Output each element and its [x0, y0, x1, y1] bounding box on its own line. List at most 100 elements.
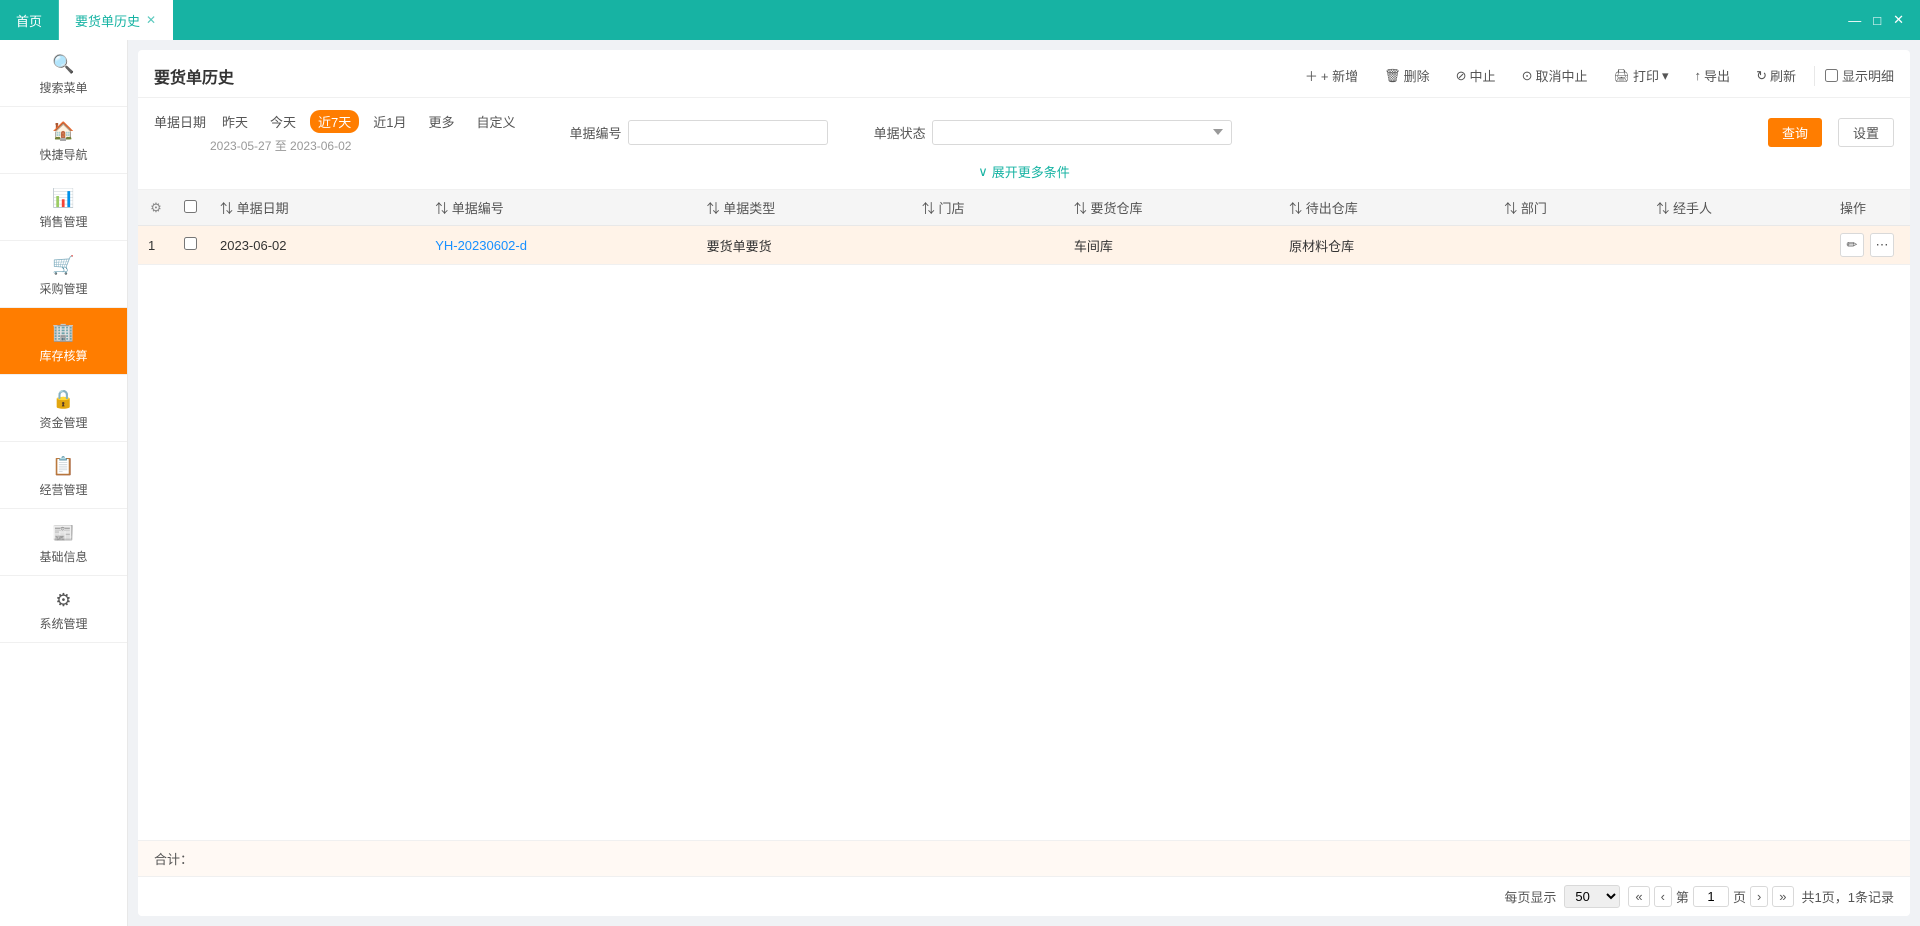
add-icon: ＋	[1305, 66, 1318, 85]
finance-mgmt-icon: 🔒	[52, 389, 74, 410]
tab-order-history-close[interactable]: ✕	[146, 13, 156, 27]
page-number-input[interactable]	[1693, 886, 1729, 907]
stop-icon: ⊘	[1456, 68, 1467, 84]
status-select[interactable]	[932, 120, 1232, 145]
select-all-checkbox[interactable]	[184, 200, 197, 213]
print-dropdown-icon: ▾	[1662, 68, 1669, 84]
sidebar-item-basic-info[interactable]: 📰 基础信息	[0, 509, 127, 576]
col-order-type-label: ⇅ 单据类型	[707, 201, 776, 216]
print-button[interactable]: 🖨 打印 ▾	[1605, 62, 1676, 89]
cell-handler	[1646, 226, 1830, 265]
page-suffix: 页	[1733, 887, 1746, 906]
sidebar-item-inventory[interactable]: 🏢 库存核算	[0, 308, 127, 375]
order-no-input[interactable]	[628, 120, 828, 145]
col-store[interactable]: ⇅ 门店	[912, 190, 1064, 226]
sidebar-item-sys-mgmt-label: 系统管理	[39, 615, 87, 632]
display-detail-toggle[interactable]: 显示明细	[1825, 66, 1894, 85]
row-checkbox[interactable]	[184, 237, 197, 250]
page-next-button[interactable]: ›	[1750, 886, 1768, 907]
sidebar-item-sys-mgmt[interactable]: ⚙ 系统管理	[0, 576, 127, 643]
settings-button[interactable]: 设置	[1838, 118, 1894, 147]
cell-req-warehouse: 车间库	[1064, 226, 1279, 265]
sys-mgmt-icon: ⚙	[55, 590, 71, 611]
sidebar-item-finance-mgmt[interactable]: 🔒 资金管理	[0, 375, 127, 442]
col-date[interactable]: ⇅ 单据日期	[210, 190, 425, 226]
cell-date: 2023-06-02	[210, 226, 425, 265]
order-no-label: 单据编号	[570, 123, 622, 142]
window-controls: — □ ✕	[1848, 12, 1920, 28]
page-content: 要货单历史 ＋ + 新增 🗑 删除 ⊘ 中止 ⊙	[138, 50, 1910, 916]
query-button[interactable]: 查询	[1768, 118, 1822, 147]
sidebar-item-ops-mgmt[interactable]: 📋 经营管理	[0, 442, 127, 509]
cancel-stop-icon: ⊙	[1522, 68, 1533, 84]
sidebar-item-quick-nav[interactable]: 🏠 快捷导航	[0, 107, 127, 174]
col-department-label: ⇅ 部门	[1504, 201, 1547, 216]
col-department[interactable]: ⇅ 部门	[1494, 190, 1646, 226]
window-close[interactable]: ✕	[1893, 12, 1904, 28]
window-maximize[interactable]: □	[1873, 13, 1881, 28]
date-btn-1month[interactable]: 近1月	[365, 110, 414, 133]
date-btn-7days[interactable]: 近7天	[310, 110, 359, 133]
display-detail-checkbox[interactable]	[1825, 69, 1838, 82]
tab-order-history[interactable]: 要货单历史 ✕	[59, 0, 173, 40]
sidebar-item-purchase-mgmt[interactable]: 🛒 采购管理	[0, 241, 127, 308]
data-table: ⚙ ⇅ 单据日期 ⇅ 单据编号 ⇅ 单据类型	[138, 190, 1910, 265]
col-store-label: ⇅ 门店	[922, 201, 965, 216]
status-label: 单据状态	[874, 123, 926, 142]
main-layout: 🔍 搜索菜单 🏠 快捷导航 📊 销售管理 🛒 采购管理 🏢 库存核算 🔒 资金管…	[0, 40, 1920, 926]
page-prev-button[interactable]: ‹	[1654, 886, 1672, 907]
expand-more-label: 展开更多条件	[992, 162, 1070, 181]
expand-more-btn[interactable]: ∨ 展开更多条件	[978, 162, 1070, 181]
col-order-no[interactable]: ⇅ 单据编号	[425, 190, 696, 226]
purchase-mgmt-icon: 🛒	[52, 255, 74, 276]
print-icon: 🖨	[1613, 68, 1630, 84]
col-handler-label: ⇅ 经手人	[1656, 201, 1712, 216]
col-date-label: ⇅ 单据日期	[220, 201, 289, 216]
toolbar-divider	[1814, 66, 1815, 86]
col-req-warehouse[interactable]: ⇅ 要货仓库	[1064, 190, 1279, 226]
ops-mgmt-icon: 📋	[52, 456, 74, 477]
cancel-stop-button[interactable]: ⊙ 取消中止	[1514, 62, 1596, 89]
top-bar: 首页 要货单历史 ✕ — □ ✕	[0, 0, 1920, 40]
per-page-select[interactable]: 20 50 100	[1564, 885, 1620, 908]
page-last-button[interactable]: »	[1772, 886, 1793, 907]
col-order-type[interactable]: ⇅ 单据类型	[697, 190, 912, 226]
date-btn-more[interactable]: 更多	[421, 110, 463, 133]
sidebar-item-quick-nav-label: 快捷导航	[39, 146, 87, 163]
col-settings: ⚙	[138, 190, 174, 226]
sidebar-item-sales-mgmt-label: 销售管理	[39, 213, 87, 230]
order-no-link[interactable]: YH-20230602-d	[435, 238, 527, 253]
sidebar-item-sales-mgmt[interactable]: 📊 销售管理	[0, 174, 127, 241]
delete-icon: 🗑	[1384, 68, 1401, 84]
date-btn-today[interactable]: 今天	[262, 110, 304, 133]
stop-button[interactable]: ⊘ 中止	[1448, 62, 1504, 89]
delete-button[interactable]: 🗑 删除	[1376, 62, 1438, 89]
sidebar-item-finance-mgmt-label: 资金管理	[39, 414, 87, 431]
row-more-button[interactable]: ⋯	[1870, 233, 1894, 257]
date-btn-yesterday[interactable]: 昨天	[214, 110, 256, 133]
page-first-button[interactable]: «	[1628, 886, 1649, 907]
footer-total-label: 合计：	[154, 849, 193, 868]
add-button[interactable]: ＋ + 新增	[1297, 62, 1366, 89]
refresh-button[interactable]: ↻ 刷新	[1748, 62, 1804, 89]
add-label: + 新增	[1321, 66, 1358, 85]
date-btn-custom[interactable]: 自定义	[469, 110, 524, 133]
window-minimize[interactable]: —	[1848, 13, 1861, 28]
tab-home[interactable]: 首页	[0, 0, 59, 40]
col-pending-warehouse[interactable]: ⇅ 待出仓库	[1279, 190, 1494, 226]
cell-order-no: YH-20230602-d	[425, 226, 696, 265]
date-range-display: 2023-05-27 至 2023-06-02	[154, 137, 351, 154]
content-area: 要货单历史 ＋ + 新增 🗑 删除 ⊘ 中止 ⊙	[128, 40, 1920, 926]
stop-label: 中止	[1470, 66, 1496, 85]
order-no-filter: 单据编号	[570, 120, 828, 145]
sidebar-item-search-menu-label: 搜索菜单	[39, 79, 87, 96]
sidebar-item-ops-mgmt-label: 经营管理	[39, 481, 87, 498]
delete-label: 删除	[1404, 66, 1430, 85]
row-edit-button[interactable]: ✏	[1840, 233, 1864, 257]
col-handler[interactable]: ⇅ 经手人	[1646, 190, 1830, 226]
refresh-icon: ↻	[1756, 68, 1767, 84]
filter-bar: 单据日期 昨天 今天 近7天 近1月 更多 自定义 2023-05-27 至 2…	[138, 98, 1910, 190]
export-button[interactable]: ↑ 导出	[1687, 62, 1739, 89]
cell-checkbox	[174, 226, 210, 265]
sidebar-item-search-menu[interactable]: 🔍 搜索菜单	[0, 40, 127, 107]
